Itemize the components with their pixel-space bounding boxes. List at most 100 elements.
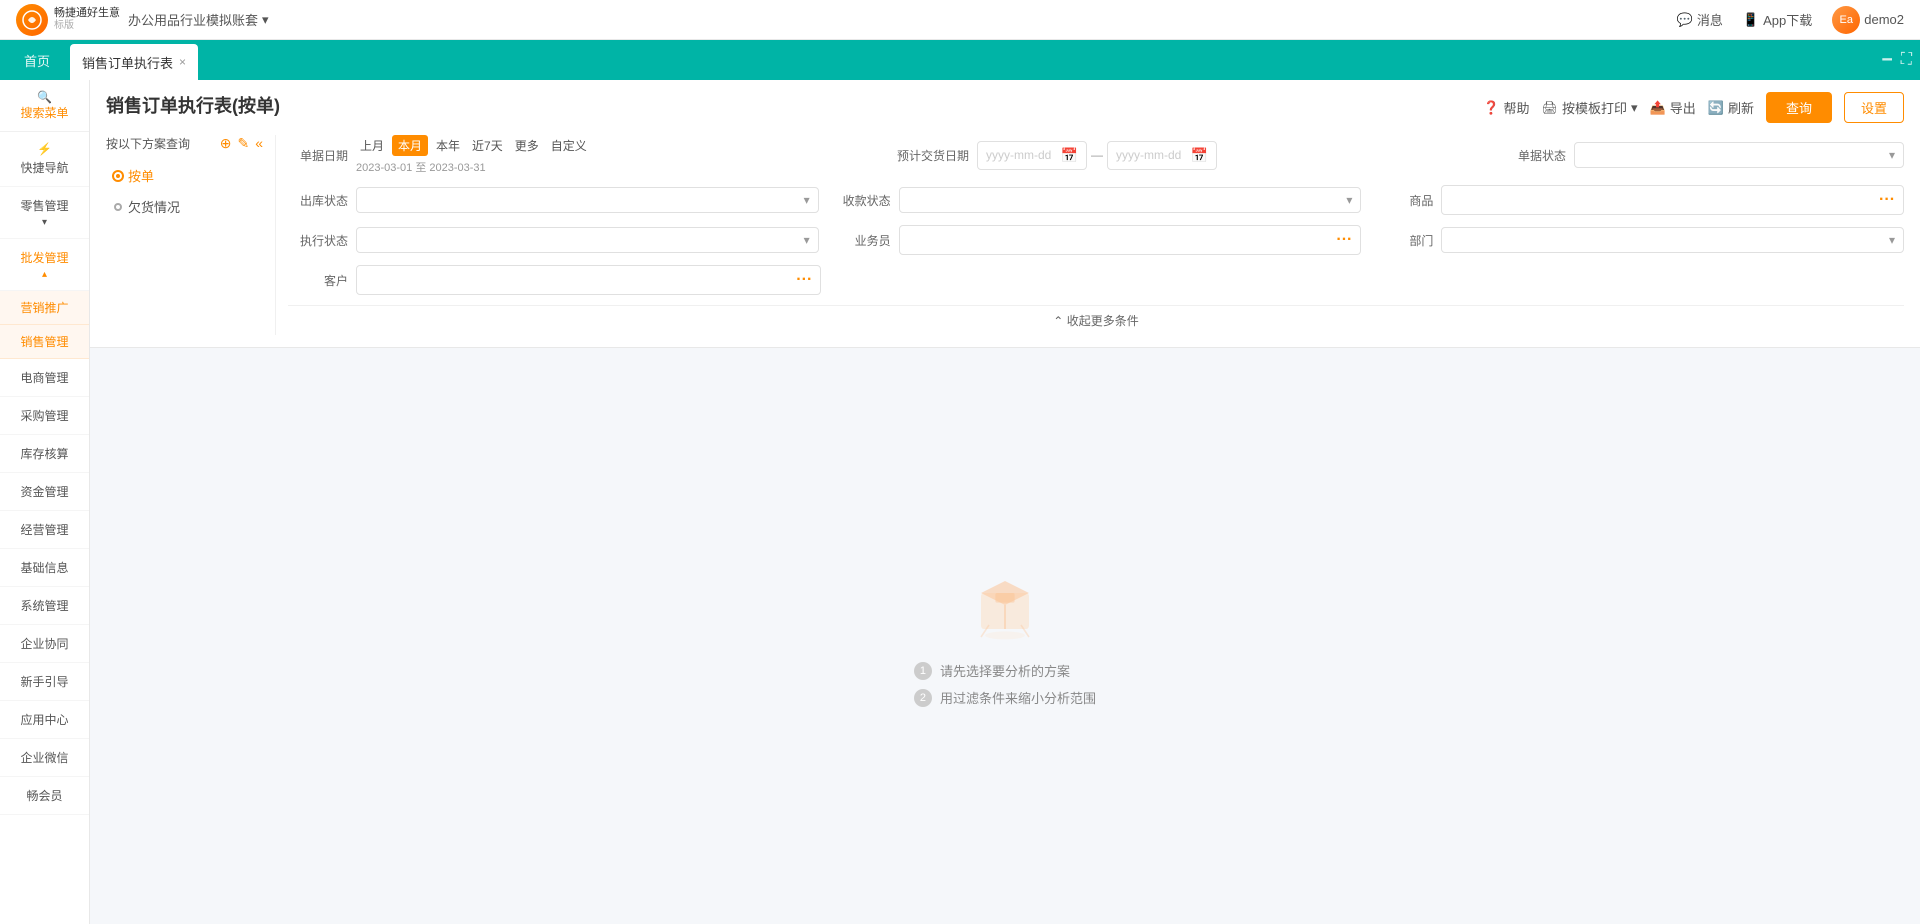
settings-button[interactable]: 设置 — [1844, 92, 1904, 123]
goods-more-icon[interactable]: ··· — [1879, 191, 1895, 209]
print-button[interactable]: 🖨 按模板打印 ▾ — [1542, 98, 1638, 117]
filter-group-dept: 部门 — [1373, 227, 1904, 253]
date-tab-this-month[interactable]: 本月 — [392, 135, 428, 156]
date-label: 单据日期 — [288, 147, 348, 164]
filter-group-expected-date: 预计交货日期 yyyy-mm-dd 📅 — yyyy-mm-dd 📅 — [897, 141, 1494, 170]
filter-row-3: 执行状态 业务员 ··· — [288, 225, 1904, 255]
date-tab-this-year[interactable]: 本年 — [432, 135, 464, 156]
filter-row-1: 单据日期 上月 本月 本年 近7天 更多 自定义 20 — [288, 135, 1904, 175]
company-dropdown[interactable]: 办公用品行业模拟账套 ▾ — [128, 10, 269, 29]
sidebar-item-finance[interactable]: 资金管理 — [0, 473, 89, 511]
sidebar-item-basic[interactable]: 基础信息 — [0, 549, 89, 587]
message-button[interactable]: 💬 消息 — [1677, 10, 1723, 29]
shipping-select[interactable] — [356, 187, 819, 213]
exec-status-label: 执行状态 — [288, 232, 348, 249]
sidebar-item-wechat[interactable]: 企业微信 — [0, 739, 89, 777]
avatar: Ea — [1832, 6, 1860, 34]
tab-home[interactable]: 首页 — [8, 40, 66, 80]
salesman-select[interactable]: ··· — [899, 225, 1362, 255]
empty-tip-2: 2 用过滤条件来缩小分析范围 — [914, 688, 1096, 707]
header-right: 💬 消息 📱 App下载 Ea demo2 — [1677, 6, 1904, 34]
filters-container: 单据日期 上月 本月 本年 近7天 更多 自定义 20 — [288, 135, 1904, 335]
expected-date-label: 预计交货日期 — [897, 147, 969, 164]
edit-solution-icon[interactable]: ✎ — [237, 135, 249, 152]
filter-panel: 销售订单执行表(按单) ❓ 帮助 🖨 按模板打印 ▾ 📤 导出 — [90, 80, 1920, 348]
wholesale-submenu: 营销推广 销售管理 — [0, 291, 89, 359]
customer-select[interactable]: ··· — [356, 265, 821, 295]
filter-group-date: 单据日期 上月 本月 本年 近7天 更多 自定义 20 — [288, 135, 885, 175]
solution-dot-active — [114, 172, 122, 180]
customer-more-icon[interactable]: ··· — [796, 271, 812, 289]
filter-group-exec-status: 执行状态 — [288, 227, 819, 253]
date-tab-7days[interactable]: 近7天 — [468, 135, 507, 156]
app-download-button[interactable]: 📱 App下载 — [1743, 10, 1812, 29]
filter-group-doc-status: 单据状态 — [1506, 142, 1904, 168]
sidebar-item-app-center[interactable]: 应用中心 — [0, 701, 89, 739]
export-button[interactable]: 📤 导出 — [1650, 98, 1696, 117]
date-range-picker: yyyy-mm-dd 📅 — yyyy-mm-dd 📅 — [977, 141, 1217, 170]
sidebar-item-marketing[interactable]: 营销推广 — [0, 291, 89, 325]
sidebar-item-wholesale[interactable]: 批发管理 ▴ — [0, 239, 89, 291]
query-button[interactable]: 查询 — [1766, 92, 1832, 123]
solution-item-按单[interactable]: 按单 — [106, 160, 263, 191]
tab-close-icon[interactable]: × — [179, 55, 186, 69]
doc-status-label: 单据状态 — [1506, 147, 1566, 164]
dept-label: 部门 — [1373, 232, 1433, 249]
sidebar-item-system[interactable]: 系统管理 — [0, 587, 89, 625]
sidebar-item-ecommerce[interactable]: 电商管理 — [0, 359, 89, 397]
date-tab-more[interactable]: 更多 — [511, 135, 543, 156]
tip-number-2: 2 — [914, 689, 932, 707]
date-tab-custom[interactable]: 自定义 — [547, 135, 591, 156]
collapse-button[interactable]: ⌃ 收起更多条件 — [288, 305, 1904, 335]
filter-group-shipping: 出库状态 — [288, 187, 819, 213]
maximize-icon[interactable]: ⛶ — [1901, 51, 1912, 69]
salesman-label: 业务员 — [831, 232, 891, 249]
tip-number-1: 1 — [914, 662, 932, 680]
expected-date-end[interactable]: yyyy-mm-dd 📅 — [1107, 141, 1217, 170]
sidebar-item-inventory[interactable]: 库存核算 — [0, 435, 89, 473]
sidebar-search[interactable]: 🔍 搜索菜单 — [0, 80, 89, 132]
solution-panel-header: 按以下方案查询 ⊕ ✎ « — [106, 135, 263, 152]
sidebar-item-newbie[interactable]: 新手引导 — [0, 663, 89, 701]
shipping-label: 出库状态 — [288, 192, 348, 209]
tab-sales-order[interactable]: 销售订单执行表 × — [70, 44, 198, 80]
sidebar-item-sales[interactable]: 销售管理 — [0, 325, 89, 359]
tab-bar-actions: 🗕 ⛶ — [1881, 47, 1912, 74]
header-left: 畅捷通好生意 标版 办公用品行业模拟账套 ▾ — [16, 4, 269, 36]
exec-status-select[interactable] — [356, 227, 819, 253]
solution-item-欠货[interactable]: 欠货情况 — [106, 191, 263, 222]
dept-select[interactable] — [1441, 227, 1904, 253]
refresh-button[interactable]: 🔄 刷新 — [1708, 98, 1754, 117]
sidebar-item-shortcut[interactable]: ⚡ 快捷导航 — [0, 132, 89, 187]
date-tabs: 上月 本月 本年 近7天 更多 自定义 — [356, 135, 885, 156]
sidebar-item-purchase[interactable]: 采购管理 — [0, 397, 89, 435]
sidebar-item-member[interactable]: 畅会员 — [0, 777, 89, 815]
collapse-solution-icon[interactable]: « — [255, 135, 263, 152]
help-button[interactable]: ❓ 帮助 — [1483, 98, 1529, 117]
empty-illustration — [965, 565, 1045, 645]
salesman-more-icon[interactable]: ··· — [1336, 231, 1352, 249]
doc-status-select[interactable] — [1574, 142, 1904, 168]
date-range-text: 2023-03-01 至 2023-03-31 — [356, 159, 885, 175]
filter-body: 按以下方案查询 ⊕ ✎ « 按单 欠货情况 — [106, 135, 1904, 335]
filter-panel-header: 销售订单执行表(按单) ❓ 帮助 🖨 按模板打印 ▾ 📤 导出 — [106, 92, 1904, 123]
solution-panel: 按以下方案查询 ⊕ ✎ « 按单 欠货情况 — [106, 135, 276, 335]
payment-label: 收款状态 — [831, 192, 891, 209]
filter-group-customer: 客户 ··· — [288, 265, 821, 295]
add-solution-icon[interactable]: ⊕ — [220, 135, 232, 152]
sidebar-item-retail[interactable]: 零售管理 ▾ — [0, 187, 89, 239]
expected-date-start[interactable]: yyyy-mm-dd 📅 — [977, 141, 1087, 170]
goods-select[interactable]: ··· — [1441, 185, 1904, 215]
date-tab-last-month[interactable]: 上月 — [356, 135, 388, 156]
solution-dot-outline — [114, 203, 122, 211]
customer-label: 客户 — [288, 272, 348, 289]
payment-select[interactable] — [899, 187, 1362, 213]
user-menu[interactable]: Ea demo2 — [1832, 6, 1904, 34]
filter-group-payment: 收款状态 — [831, 187, 1362, 213]
sidebar-item-enterprise[interactable]: 企业协同 — [0, 625, 89, 663]
minimize-icon[interactable]: 🗕 — [1881, 47, 1892, 74]
sidebar-item-operations[interactable]: 经营管理 — [0, 511, 89, 549]
filter-row-4: 客户 ··· — [288, 265, 1904, 295]
empty-tips: 1 请先选择要分析的方案 2 用过滤条件来缩小分析范围 — [914, 661, 1096, 707]
content-area: 销售订单执行表(按单) ❓ 帮助 🖨 按模板打印 ▾ 📤 导出 — [90, 80, 1920, 924]
